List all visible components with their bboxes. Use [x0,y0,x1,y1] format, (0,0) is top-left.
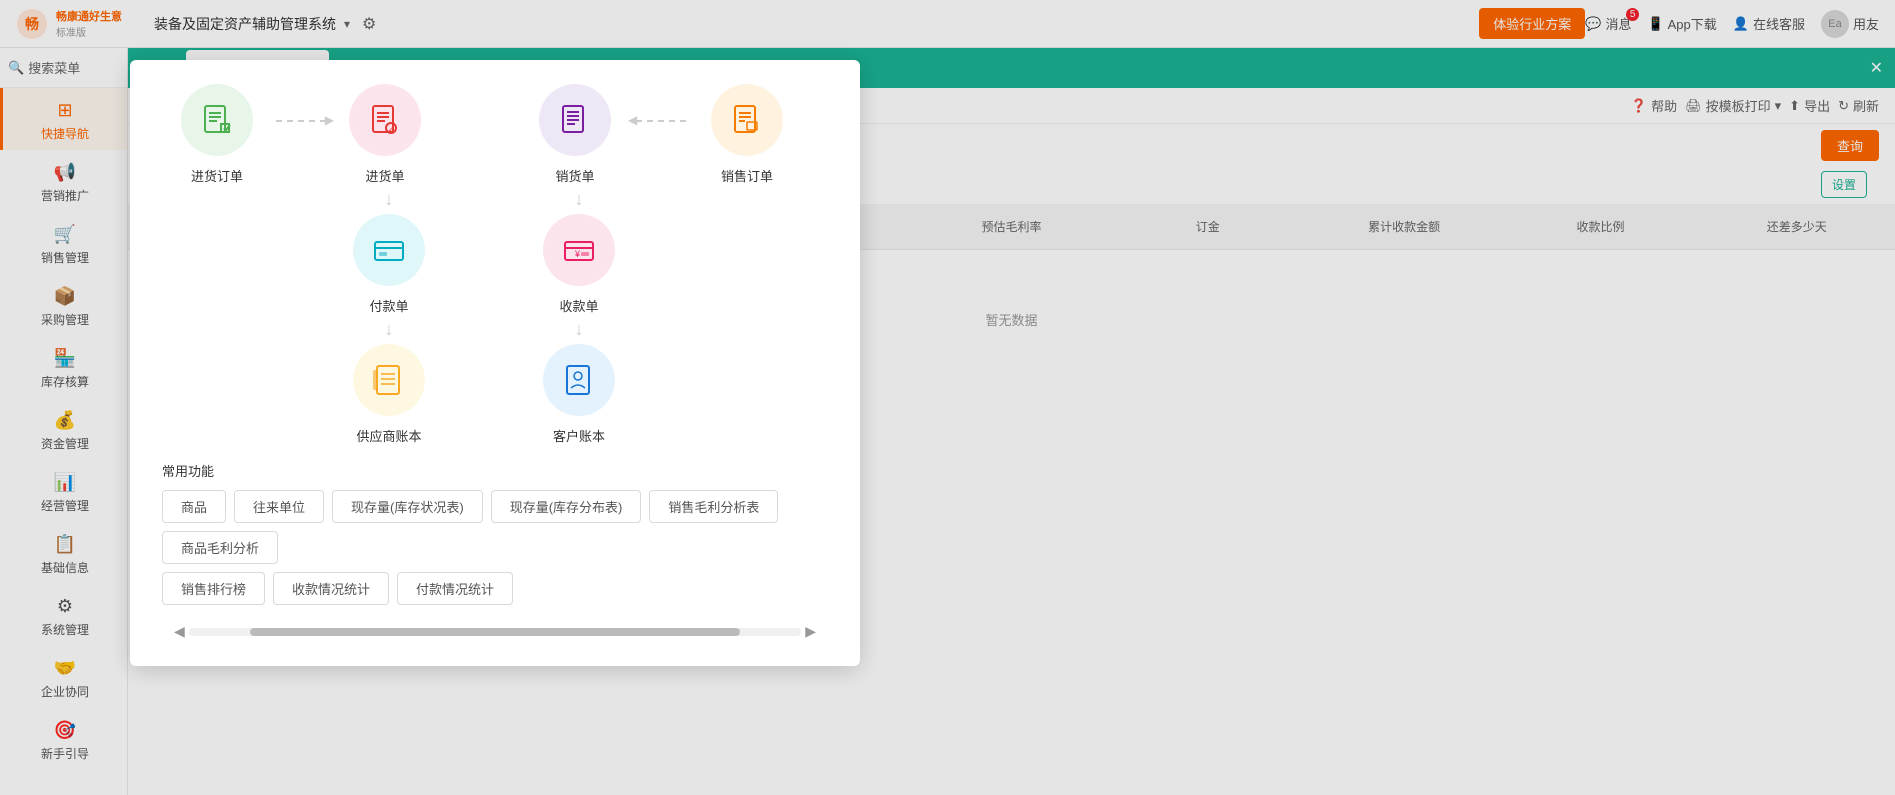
flow-label-receipt: 收款单 [559,296,598,315]
svg-text:✓: ✓ [388,125,395,134]
btn-receipt-stats[interactable]: 收款情况统计 [273,572,389,605]
flow-circle-sales-bill [539,84,611,156]
flow-circle-receipt: ¥ [543,214,615,286]
common-buttons-row2: 销售排行榜 收款情况统计 付款情况统计 [162,572,828,605]
arrow-purchase-order-to-purchase-bill: ▶ [272,120,330,122]
flow-label-sales-order: 销售订单 [721,166,773,185]
flow-label-customer-ledger: 客户账本 [553,426,605,445]
flow-label-purchase-order: 进货订单 [191,166,243,185]
scroll-hint: ◀ ▶ [162,617,828,646]
flow-node-customer-ledger[interactable]: 客户账本 [524,344,634,445]
common-functions-title: 常用功能 [162,461,828,480]
flow-node-purchase-bill[interactable]: ✓ 进货单 [330,84,440,185]
flow-node-payment[interactable]: 付款单 [334,214,444,315]
modal-overlay[interactable]: 进货订单 ▶ ✓ 进货单 [0,0,1895,795]
scroll-left-arrow[interactable]: ◀ [174,623,185,640]
btn-inventory-status[interactable]: 现存量(库存状况表) [332,490,483,523]
common-buttons-row1: 商品 往来单位 现存量(库存状况表) 现存量(库存分布表) 销售毛利分析表 商品… [162,490,828,564]
arrow-payment-down: ↓ [385,319,394,340]
btn-payment-stats[interactable]: 付款情况统计 [397,572,513,605]
flow-label-supplier-ledger: 供应商账本 [356,426,421,445]
flow-circle-purchase-bill: ✓ [349,84,421,156]
flow-circle-sales-order [711,84,783,156]
arrow-receipt-down: ↓ [575,319,584,340]
flow-label-payment: 付款单 [369,296,408,315]
flow-circle-payment [353,214,425,286]
btn-customer-supplier[interactable]: 往来单位 [234,490,324,523]
btn-sales-rank[interactable]: 销售排行榜 [162,572,265,605]
btn-product-gross-analysis[interactable]: 商品毛利分析 [162,531,278,564]
flow-label-purchase-bill: 进货单 [365,166,404,185]
svg-text:¥: ¥ [574,249,581,259]
flow-modal: 进货订单 ▶ ✓ 进货单 [130,60,860,666]
flow-node-sales-bill[interactable]: 销货单 [520,84,630,185]
btn-sales-gross-analysis[interactable]: 销售毛利分析表 [649,490,778,523]
flow-node-sales-order[interactable]: 销售订单 [692,84,802,185]
btn-inventory-distribution[interactable]: 现存量(库存分布表) [491,490,642,523]
flow-node-receipt[interactable]: ¥ 收款单 [524,214,634,315]
flow-circle-customer-ledger [543,344,615,416]
scroll-right-arrow[interactable]: ▶ [805,623,816,640]
arrow-sales-bill-down: ↓ [575,189,584,210]
flow-circle-supplier-ledger [353,344,425,416]
flow-circle-purchase-order [181,84,253,156]
flow-node-supplier-ledger[interactable]: 供应商账本 [334,344,444,445]
scroll-thumb [250,628,740,636]
common-functions-section: 常用功能 商品 往来单位 现存量(库存状况表) 现存量(库存分布表) 销售毛利分… [162,461,828,605]
btn-product[interactable]: 商品 [162,490,226,523]
scroll-track [189,628,801,636]
flow-node-purchase-order[interactable]: 进货订单 [162,84,272,185]
flow-label-sales-bill: 销货单 [555,166,594,185]
arrow-purchase-bill-down: ↓ [385,189,394,210]
